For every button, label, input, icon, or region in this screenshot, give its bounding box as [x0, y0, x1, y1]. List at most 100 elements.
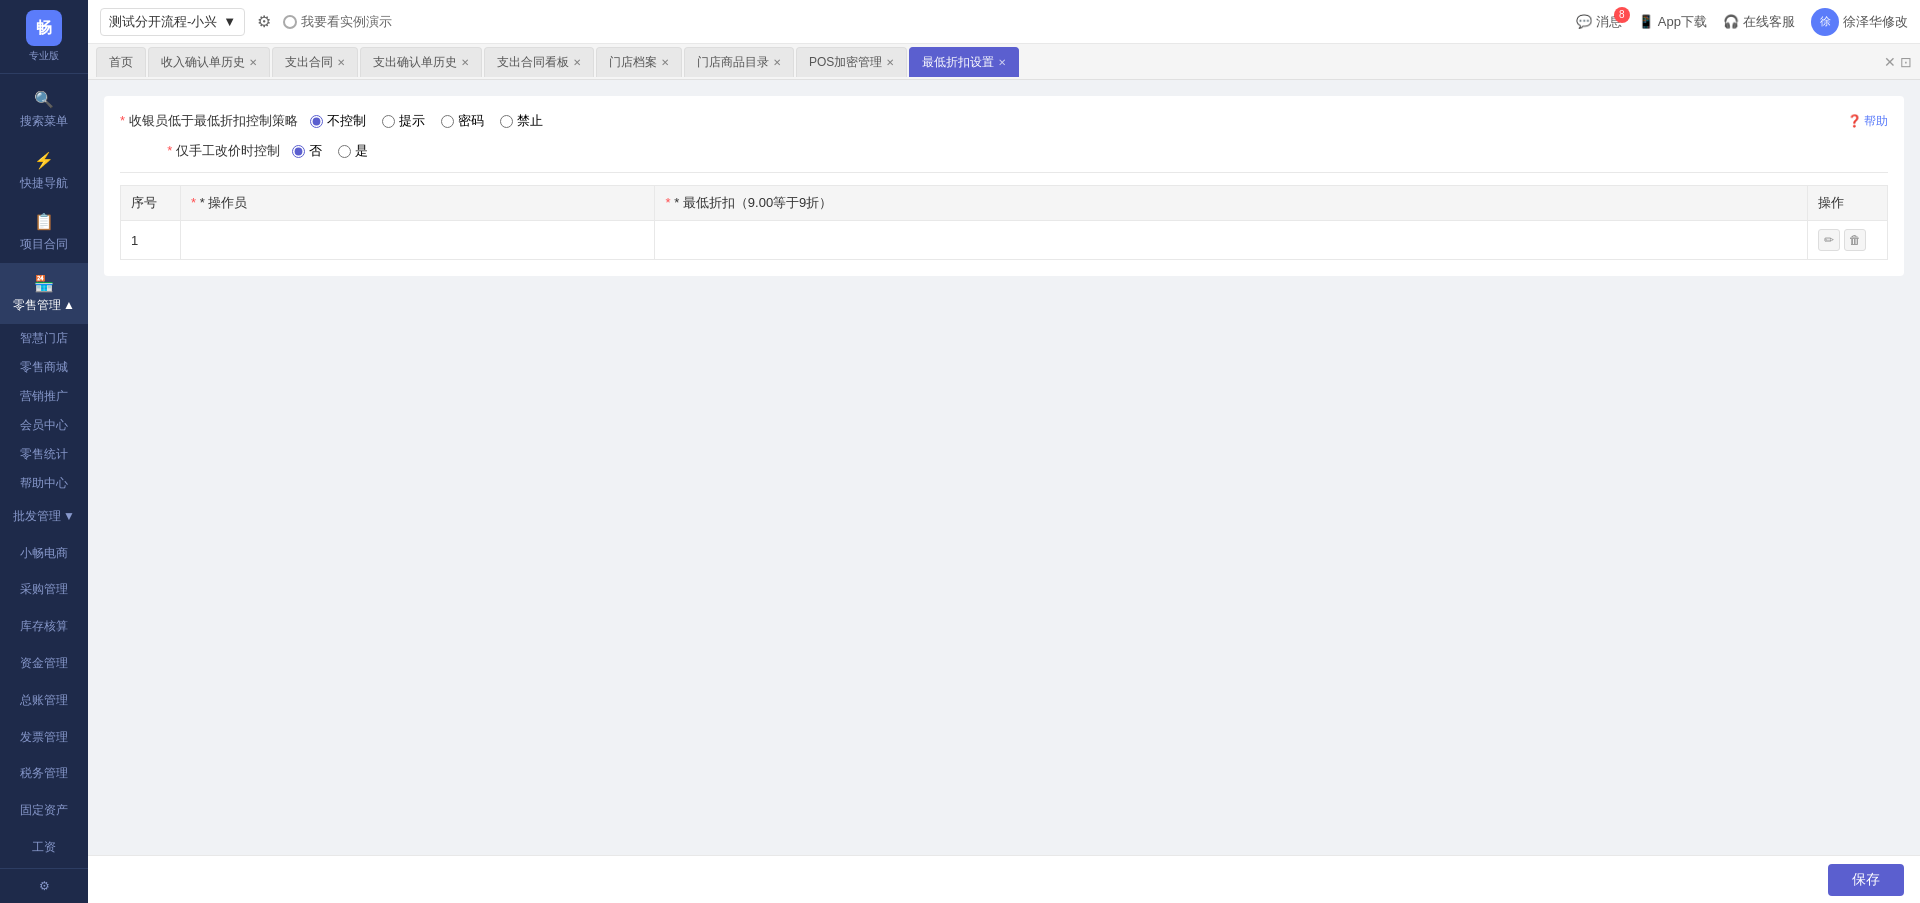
col-seq: 序号	[121, 186, 181, 221]
help-label: 帮助	[1864, 113, 1888, 130]
col-operator-label: * 操作员	[200, 195, 248, 210]
edit-button[interactable]: ✏	[1818, 229, 1840, 251]
tab-payment-board[interactable]: 支出合同看板 ✕	[484, 47, 594, 77]
sidebar-item-label: 项目合同	[20, 236, 68, 253]
required-star: *	[120, 113, 129, 128]
sidebar-item-retail-mall[interactable]: 零售商城	[0, 353, 88, 382]
expand-icon: ▲	[63, 297, 75, 314]
manual-yes-option[interactable]: 是	[338, 142, 368, 160]
help-link[interactable]: ❓ 帮助	[1847, 113, 1888, 130]
sidebar-item-inventory[interactable]: 库存核算	[0, 608, 88, 645]
close-icon[interactable]: ✕	[461, 57, 469, 68]
topbar-right: 💬 消息 8 📱 App下载 🎧 在线客服 徐 徐泽华修改	[1576, 8, 1908, 36]
table-row: 1 ✏ 🗑	[121, 221, 1888, 260]
manual-label-text: 仅手工改价时控制	[176, 143, 280, 158]
tab-payment-contract[interactable]: 支出合同 ✕	[272, 47, 358, 77]
strategy-no-control-radio[interactable]	[310, 115, 323, 128]
tab-store-products[interactable]: 门店商品目录 ✕	[684, 47, 794, 77]
close-icon[interactable]: ✕	[337, 57, 345, 68]
tab-home[interactable]: 首页	[96, 47, 146, 77]
strategy-prompt-radio[interactable]	[382, 115, 395, 128]
page-content: * 收银员低于最低折扣控制策略 不控制 提示 密码	[88, 80, 1920, 855]
demo-label: 我要看实例演示	[301, 13, 392, 31]
sidebar-item-wholesale[interactable]: 批发管理 ▼	[0, 498, 88, 535]
close-icon[interactable]: ✕	[773, 57, 781, 68]
strategy-forbid-option[interactable]: 禁止	[500, 112, 543, 130]
tab-min-discount[interactable]: 最低折扣设置 ✕	[909, 47, 1019, 77]
close-icon[interactable]: ✕	[661, 57, 669, 68]
tab-income-history[interactable]: 收入确认单历史 ✕	[148, 47, 270, 77]
tab-pos-pwd-label: POS加密管理	[809, 54, 882, 71]
manual-form-row: * 仅手工改价时控制 否 是	[120, 142, 1888, 160]
tab-expand-icon[interactable]: ⊡	[1900, 54, 1912, 70]
sidebar-item-label: 工资	[32, 839, 56, 856]
service-icon: 🎧	[1723, 14, 1739, 29]
demo-circle-icon	[283, 15, 297, 29]
seq-value: 1	[131, 233, 138, 248]
sidebar-item-retail-mgmt[interactable]: 🏪 零售管理 ▲	[0, 263, 88, 324]
col-min-discount-label: * 最低折扣（9.00等于9折）	[674, 195, 832, 210]
manual-radio-group: 否 是	[292, 142, 368, 160]
col-seq-label: 序号	[131, 195, 157, 210]
main-wrapper: 测试分开流程-小兴 ▼ ⚙ 我要看实例演示 💬 消息 8 📱 App下载 🎧 在…	[88, 0, 1920, 903]
strategy-no-control-label: 不控制	[327, 112, 366, 130]
sidebar-item-fixed-assets[interactable]: 固定资产	[0, 792, 88, 829]
strategy-password-option[interactable]: 密码	[441, 112, 484, 130]
sidebar-item-finance[interactable]: 资金管理	[0, 645, 88, 682]
delete-button[interactable]: 🗑	[1844, 229, 1866, 251]
sidebar-item-project[interactable]: 📋 项目合同	[0, 201, 88, 262]
sidebar-item-marketing[interactable]: 营销推广	[0, 382, 88, 411]
strategy-no-control-option[interactable]: 不控制	[310, 112, 366, 130]
tabbar-actions: ✕ ⊡	[1884, 54, 1912, 70]
tab-income-history-label: 收入确认单历史	[161, 54, 245, 71]
sidebar-item-salary[interactable]: 工资	[0, 829, 88, 866]
manual-yes-radio[interactable]	[338, 145, 351, 158]
strategy-forbid-radio[interactable]	[500, 115, 513, 128]
tab-close-all-icon[interactable]: ✕	[1884, 54, 1896, 70]
tab-pos-pwd[interactable]: POS加密管理 ✕	[796, 47, 907, 77]
sidebar-item-search[interactable]: 🔍 搜索菜单	[0, 79, 88, 140]
sidebar-item-label: 零售商城	[5, 359, 83, 376]
close-icon[interactable]: ✕	[998, 57, 1006, 68]
sidebar-item-invoice[interactable]: 发票管理	[0, 719, 88, 756]
tab-payment-confirm-history[interactable]: 支出确认单历史 ✕	[360, 47, 482, 77]
close-icon[interactable]: ✕	[573, 57, 581, 68]
sidebar-settings[interactable]: ⚙	[0, 868, 88, 903]
project-selector[interactable]: 测试分开流程-小兴 ▼	[100, 8, 245, 36]
sidebar-item-label: 帮助中心	[5, 475, 83, 492]
strategy-prompt-option[interactable]: 提示	[382, 112, 425, 130]
strategy-password-label: 密码	[458, 112, 484, 130]
sidebar-item-help[interactable]: 帮助中心	[0, 469, 88, 498]
save-button[interactable]: 保存	[1828, 864, 1904, 896]
sidebar-item-retail-stats[interactable]: 零售统计	[0, 440, 88, 469]
cell-operator	[181, 221, 655, 260]
sidebar-item-shortcut[interactable]: ⚡ 快捷导航	[0, 140, 88, 201]
sidebar-item-ledger[interactable]: 总账管理	[0, 682, 88, 719]
demo-link[interactable]: 我要看实例演示	[283, 13, 392, 31]
sidebar-item-ecommerce[interactable]: 小畅电商	[0, 535, 88, 572]
project-name: 测试分开流程-小兴	[109, 13, 217, 31]
user-menu[interactable]: 徐 徐泽华修改	[1811, 8, 1908, 36]
tab-store-file[interactable]: 门店档案 ✕	[596, 47, 682, 77]
customer-service-btn[interactable]: 🎧 在线客服	[1723, 13, 1795, 31]
manual-no-option[interactable]: 否	[292, 142, 322, 160]
retail-icon: 🏪	[34, 273, 54, 295]
sidebar-item-smart-store[interactable]: 智慧门店	[0, 324, 88, 353]
strategy-prompt-label: 提示	[399, 112, 425, 130]
sidebar-item-tax[interactable]: 税务管理	[0, 755, 88, 792]
logo-icon: 畅	[26, 10, 62, 46]
topbar-settings-icon[interactable]: ⚙	[257, 12, 271, 31]
app-download-btn[interactable]: 📱 App下载	[1638, 13, 1707, 31]
manual-no-radio[interactable]	[292, 145, 305, 158]
sidebar-item-label: 快捷导航	[20, 175, 68, 192]
strategy-password-radio[interactable]	[441, 115, 454, 128]
sidebar-item-member[interactable]: 会员中心	[0, 411, 88, 440]
shortcut-icon: ⚡	[34, 150, 54, 172]
close-icon[interactable]: ✕	[886, 57, 894, 68]
messages-btn[interactable]: 💬 消息 8	[1576, 13, 1622, 31]
sidebar-item-label: 批发管理	[13, 508, 61, 525]
strategy-form-row: * 收银员低于最低折扣控制策略 不控制 提示 密码	[120, 112, 1888, 130]
sidebar-item-label: 零售管理	[13, 297, 61, 314]
sidebar-item-purchase[interactable]: 采购管理	[0, 571, 88, 608]
close-icon[interactable]: ✕	[249, 57, 257, 68]
